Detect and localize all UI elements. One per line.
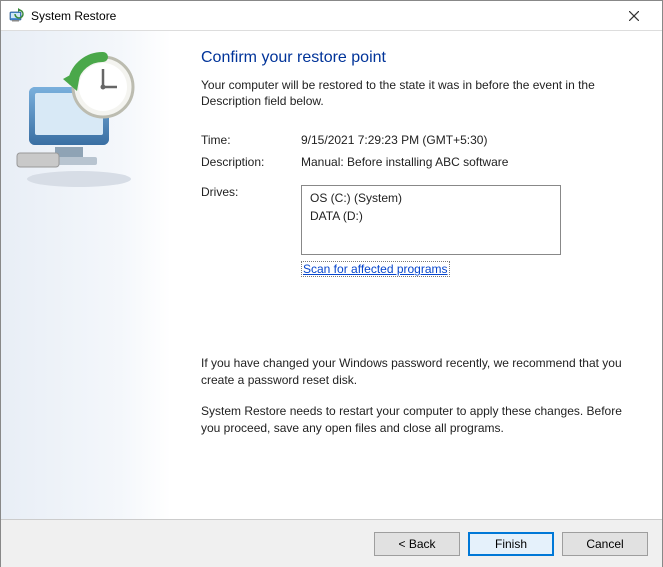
drives-label: Drives: — [201, 185, 301, 199]
window-title: System Restore — [31, 9, 116, 23]
description-value: Manual: Before installing ABC software — [301, 155, 632, 169]
intro-text: Your computer will be restored to the st… — [201, 77, 632, 109]
time-row: Time: 9/15/2021 7:29:23 PM (GMT+5:30) — [201, 133, 632, 147]
notes: If you have changed your Windows passwor… — [201, 355, 632, 436]
dialog-body: Confirm your restore point Your computer… — [1, 31, 662, 519]
back-button[interactable]: < Back — [374, 532, 460, 556]
password-note: If you have changed your Windows passwor… — [201, 355, 632, 389]
restart-note: System Restore needs to restart your com… — [201, 403, 632, 437]
list-item[interactable]: OS (C:) (System) — [310, 190, 552, 207]
cancel-button[interactable]: Cancel — [562, 532, 648, 556]
finish-button[interactable]: Finish — [468, 532, 554, 556]
list-item[interactable]: DATA (D:) — [310, 208, 552, 225]
footer: < Back Finish Cancel — [1, 519, 662, 567]
system-restore-icon — [9, 8, 25, 24]
sidebar — [1, 31, 171, 519]
drives-listbox[interactable]: OS (C:) (System) DATA (D:) — [301, 185, 561, 255]
scan-affected-programs-link[interactable]: Scan for affected programs — [301, 261, 450, 277]
close-button[interactable] — [614, 2, 654, 30]
description-label: Description: — [201, 155, 301, 169]
time-value: 9/15/2021 7:29:23 PM (GMT+5:30) — [301, 133, 632, 147]
restore-illustration-icon — [11, 51, 151, 191]
drives-container: OS (C:) (System) DATA (D:) Scan for affe… — [301, 185, 561, 277]
time-label: Time: — [201, 133, 301, 147]
page-heading: Confirm your restore point — [201, 49, 632, 67]
main-content: Confirm your restore point Your computer… — [171, 31, 662, 519]
description-row: Description: Manual: Before installing A… — [201, 155, 632, 169]
titlebar: System Restore — [1, 1, 662, 31]
drives-row: Drives: OS (C:) (System) DATA (D:) Scan … — [201, 185, 632, 277]
